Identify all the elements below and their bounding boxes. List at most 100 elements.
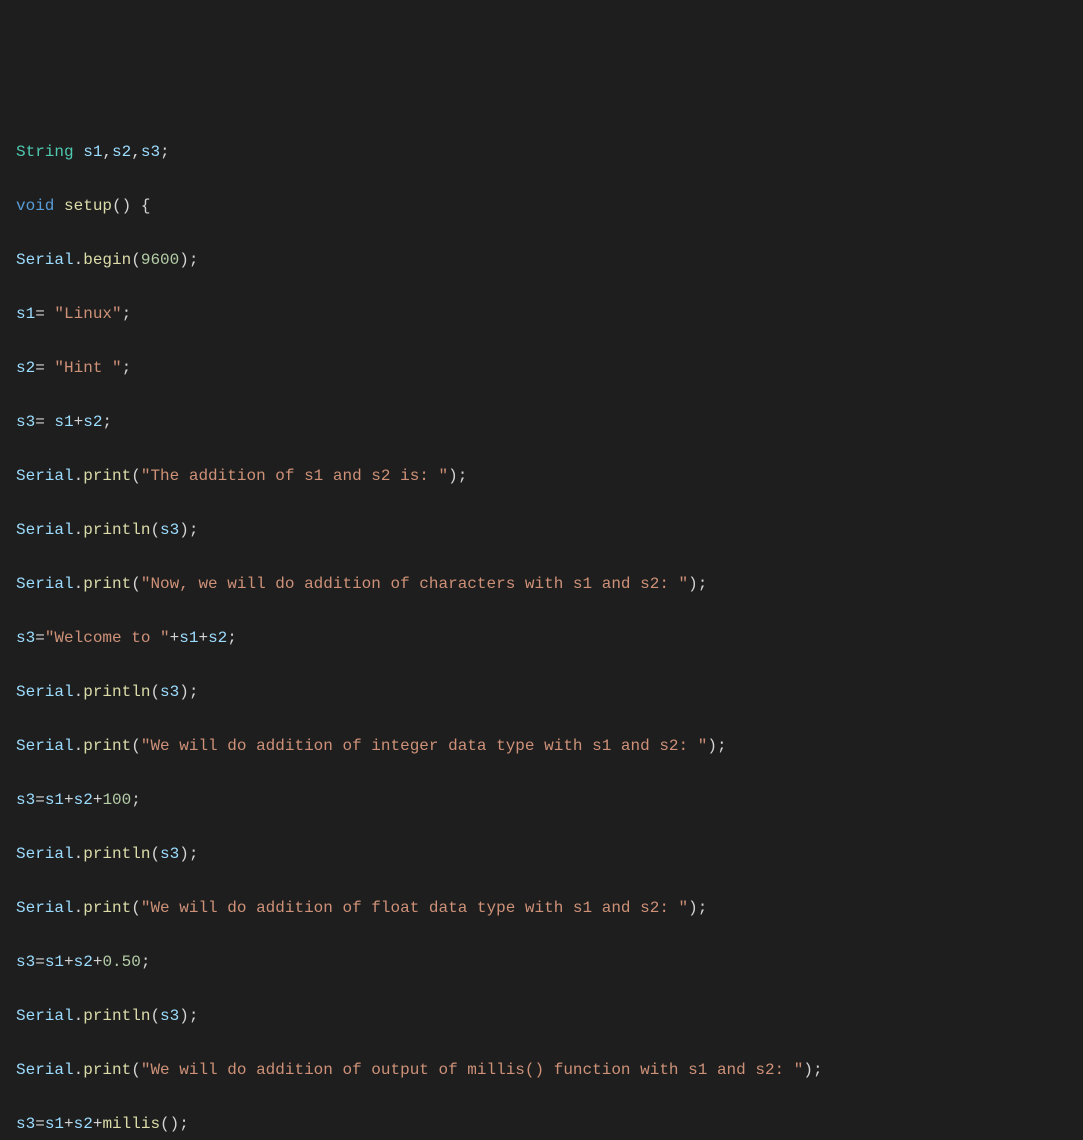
punct: +	[64, 791, 74, 809]
code-line: Serial.print("We will do addition of flo…	[16, 895, 1083, 922]
code-line: Serial.println(s3);	[16, 841, 1083, 868]
code-line: s3=s1+s2+100;	[16, 787, 1083, 814]
code-line: s1= "Linux";	[16, 301, 1083, 328]
string: "We will do addition of output of millis…	[141, 1061, 804, 1079]
variable: s3	[16, 953, 35, 971]
string: "Now, we will do addition of characters …	[141, 575, 688, 593]
number: 0.50	[102, 953, 140, 971]
punct: ;	[160, 143, 170, 161]
variable: s1	[54, 413, 73, 431]
method: print	[83, 899, 131, 917]
string: "We will do addition of float data type …	[141, 899, 688, 917]
punct: (	[150, 845, 160, 863]
punct: ;	[141, 953, 151, 971]
punct: +	[93, 791, 103, 809]
punct: (	[131, 737, 141, 755]
number: 100	[102, 791, 131, 809]
punct: ;	[122, 359, 132, 377]
punct: (	[150, 683, 160, 701]
code-line: Serial.print("We will do addition of out…	[16, 1057, 1083, 1084]
punct: ;	[227, 629, 237, 647]
punct: +	[93, 1115, 103, 1133]
punct: (	[150, 1007, 160, 1025]
punct: );	[179, 845, 198, 863]
punct: );	[448, 467, 467, 485]
punct: .	[74, 845, 84, 863]
variable: s3	[16, 413, 35, 431]
code-line: s3=s1+s2+0.50;	[16, 949, 1083, 976]
object: Serial	[16, 899, 74, 917]
variable: s2	[16, 359, 35, 377]
punct: +	[64, 1115, 74, 1133]
method: begin	[83, 251, 131, 269]
string: "We will do addition of integer data typ…	[141, 737, 708, 755]
punct: +	[64, 953, 74, 971]
method: println	[83, 1007, 150, 1025]
punct: =	[35, 629, 45, 647]
variable: s2	[74, 1115, 93, 1133]
punct: +	[198, 629, 208, 647]
variable: s1	[179, 629, 198, 647]
punct: .	[74, 467, 84, 485]
punct: );	[179, 521, 198, 539]
variable: s3	[160, 1007, 179, 1025]
variable: s2	[112, 143, 131, 161]
punct: );	[179, 251, 198, 269]
variable: s2	[74, 791, 93, 809]
variable: s1	[45, 953, 64, 971]
object: Serial	[16, 737, 74, 755]
punct: .	[74, 521, 84, 539]
punct: ();	[160, 1115, 189, 1133]
punct: (	[150, 521, 160, 539]
code-line: void setup() {	[16, 193, 1083, 220]
variable: s1	[16, 305, 35, 323]
object: Serial	[16, 521, 74, 539]
function: setup	[54, 197, 112, 215]
punct: =	[35, 953, 45, 971]
code-editor[interactable]: String s1,s2,s3; void setup() { Serial.b…	[16, 112, 1083, 1140]
code-line: Serial.begin(9600);	[16, 247, 1083, 274]
object: Serial	[16, 575, 74, 593]
punct: (	[131, 575, 141, 593]
punct: ;	[131, 791, 141, 809]
punct: );	[179, 1007, 198, 1025]
variable: s1	[45, 791, 64, 809]
code-line: Serial.print("The addition of s1 and s2 …	[16, 463, 1083, 490]
punct: .	[74, 737, 84, 755]
variable: s1	[45, 1115, 64, 1133]
code-line: String s1,s2,s3;	[16, 139, 1083, 166]
punct: .	[74, 683, 84, 701]
punct: .	[74, 1007, 84, 1025]
punct: );	[688, 575, 707, 593]
variable: s3	[160, 521, 179, 539]
variable: s3	[16, 791, 35, 809]
method: print	[83, 575, 131, 593]
code-line: Serial.println(s3);	[16, 517, 1083, 544]
punct: .	[74, 899, 84, 917]
variable: s3	[160, 683, 179, 701]
punct: ,	[102, 143, 112, 161]
method: println	[83, 683, 150, 701]
code-line: Serial.print("Now, we will do addition o…	[16, 571, 1083, 598]
variable: s2	[83, 413, 102, 431]
string: "Hint "	[54, 359, 121, 377]
type-keyword: String	[16, 143, 74, 161]
object: Serial	[16, 683, 74, 701]
string: "The addition of s1 and s2 is: "	[141, 467, 448, 485]
method: print	[83, 737, 131, 755]
punct: (	[131, 251, 141, 269]
punct: =	[35, 413, 54, 431]
variable: s3	[16, 629, 35, 647]
keyword: void	[16, 197, 54, 215]
code-line: Serial.print("We will do addition of int…	[16, 733, 1083, 760]
variable: s2	[74, 953, 93, 971]
method: println	[83, 845, 150, 863]
code-line: s3=s1+s2+millis();	[16, 1111, 1083, 1138]
string: "Welcome to "	[45, 629, 170, 647]
punct: .	[74, 575, 84, 593]
punct: );	[688, 899, 707, 917]
code-line: s3= s1+s2;	[16, 409, 1083, 436]
punct: =	[35, 359, 54, 377]
code-line: s3="Welcome to "+s1+s2;	[16, 625, 1083, 652]
method: println	[83, 521, 150, 539]
